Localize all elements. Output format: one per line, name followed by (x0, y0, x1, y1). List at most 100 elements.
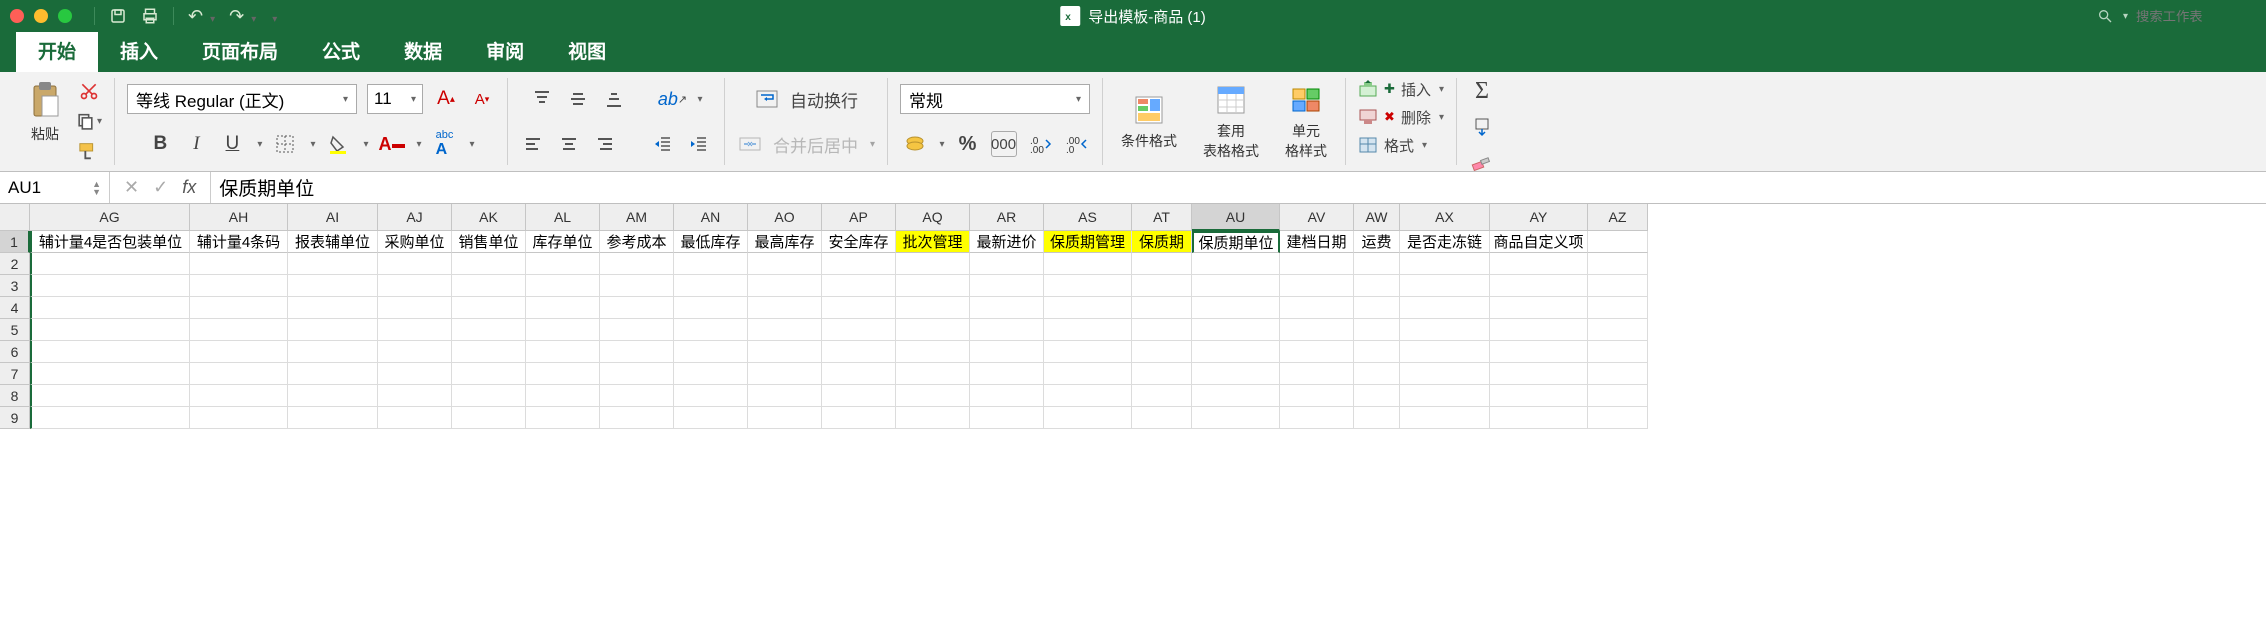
cell-AT8[interactable] (1132, 385, 1192, 407)
cell-AT5[interactable] (1132, 319, 1192, 341)
cell-AL2[interactable] (526, 253, 600, 275)
cell-AV3[interactable] (1280, 275, 1354, 297)
cell-AI9[interactable] (288, 407, 378, 429)
cell-AL9[interactable] (526, 407, 600, 429)
font-name-select[interactable]: 等线 Regular (正文)▾ (127, 84, 357, 114)
font-color-button[interactable]: A (379, 131, 405, 157)
cell-AU6[interactable] (1192, 341, 1280, 363)
cell-AV1[interactable]: 建档日期 (1280, 231, 1354, 253)
cell-AM2[interactable] (600, 253, 674, 275)
cell-AU8[interactable] (1192, 385, 1280, 407)
cell-AK8[interactable] (452, 385, 526, 407)
tab-审阅[interactable]: 审阅 (464, 29, 546, 72)
increase-indent-icon[interactable] (686, 131, 712, 157)
cell-AR2[interactable] (970, 253, 1044, 275)
cell-AS9[interactable] (1044, 407, 1132, 429)
cell-AG3[interactable] (30, 275, 190, 297)
cell-AI5[interactable] (288, 319, 378, 341)
format-cells-button[interactable]: 格式▾ (1358, 134, 1427, 156)
cell-AX7[interactable] (1400, 363, 1490, 385)
qat-customize-icon[interactable]: ▾ (270, 6, 277, 27)
cell-AJ5[interactable] (378, 319, 452, 341)
cell-AR1[interactable]: 最新进价 (970, 231, 1044, 253)
cell-AW7[interactable] (1354, 363, 1400, 385)
number-format-select[interactable]: 常规▾ (900, 84, 1090, 114)
paste-button[interactable]: 粘贴 (22, 78, 68, 146)
cell-AT7[interactable] (1132, 363, 1192, 385)
border-button[interactable] (272, 131, 298, 157)
cell-AQ8[interactable] (896, 385, 970, 407)
cell-AW8[interactable] (1354, 385, 1400, 407)
cell-AN8[interactable] (674, 385, 748, 407)
cell-AO2[interactable] (748, 253, 822, 275)
cell-AP8[interactable] (822, 385, 896, 407)
cell-AV2[interactable] (1280, 253, 1354, 275)
cell-AM3[interactable] (600, 275, 674, 297)
cell-AY9[interactable] (1490, 407, 1588, 429)
cell-AL8[interactable] (526, 385, 600, 407)
tab-公式[interactable]: 公式 (300, 29, 382, 72)
cell-AP9[interactable] (822, 407, 896, 429)
cell-AK6[interactable] (452, 341, 526, 363)
cell-AT6[interactable] (1132, 341, 1192, 363)
cell-AQ1[interactable]: 批次管理 (896, 231, 970, 253)
col-header-AU[interactable]: AU (1192, 204, 1280, 231)
clear-icon[interactable] (1469, 150, 1495, 176)
cell-AW4[interactable] (1354, 297, 1400, 319)
cell-AV9[interactable] (1280, 407, 1354, 429)
align-right-icon[interactable] (592, 131, 618, 157)
cell-AL7[interactable] (526, 363, 600, 385)
cell-AU2[interactable] (1192, 253, 1280, 275)
cell-styles-button[interactable]: 单元 格样式 (1279, 81, 1333, 163)
tab-数据[interactable]: 数据 (382, 29, 464, 72)
col-header-AN[interactable]: AN (674, 204, 748, 231)
name-box-stepper[interactable]: ▲▼ (92, 180, 101, 196)
row-header-3[interactable]: 3 (0, 275, 30, 297)
cell-AU5[interactable] (1192, 319, 1280, 341)
cell-AG9[interactable] (30, 407, 190, 429)
cell-AX9[interactable] (1400, 407, 1490, 429)
cell-AK2[interactable] (452, 253, 526, 275)
col-header-AX[interactable]: AX (1400, 204, 1490, 231)
cell-AH5[interactable] (190, 319, 288, 341)
col-header-AY[interactable]: AY (1490, 204, 1588, 231)
cell-AT9[interactable] (1132, 407, 1192, 429)
col-header-AR[interactable]: AR (970, 204, 1044, 231)
cell-AJ3[interactable] (378, 275, 452, 297)
decrease-indent-icon[interactable] (650, 131, 676, 157)
cell-AM7[interactable] (600, 363, 674, 385)
cell-AP4[interactable] (822, 297, 896, 319)
cell-AW2[interactable] (1354, 253, 1400, 275)
search-input[interactable] (2136, 9, 2256, 24)
cell-AM4[interactable] (600, 297, 674, 319)
cell-AY6[interactable] (1490, 341, 1588, 363)
cell-AH7[interactable] (190, 363, 288, 385)
cell-AS6[interactable] (1044, 341, 1132, 363)
cell-AR4[interactable] (970, 297, 1044, 319)
cell-AV7[interactable] (1280, 363, 1354, 385)
cell-AW5[interactable] (1354, 319, 1400, 341)
cell-AG4[interactable] (30, 297, 190, 319)
cell-AH1[interactable]: 辅计量4条码 (190, 231, 288, 253)
cell-AN1[interactable]: 最低库存 (674, 231, 748, 253)
row-header-9[interactable]: 9 (0, 407, 30, 429)
cell-AZ9[interactable] (1588, 407, 1648, 429)
col-header-AO[interactable]: AO (748, 204, 822, 231)
cell-AN6[interactable] (674, 341, 748, 363)
cell-AN7[interactable] (674, 363, 748, 385)
cell-AI4[interactable] (288, 297, 378, 319)
cell-AW9[interactable] (1354, 407, 1400, 429)
cell-AO1[interactable]: 最高库存 (748, 231, 822, 253)
copy-icon[interactable]: ▾ (76, 108, 102, 134)
cell-AO6[interactable] (748, 341, 822, 363)
cell-AZ7[interactable] (1588, 363, 1648, 385)
cell-AQ4[interactable] (896, 297, 970, 319)
autosum-icon[interactable]: Σ (1469, 78, 1495, 104)
cell-AZ1[interactable] (1588, 231, 1648, 253)
cell-AO5[interactable] (748, 319, 822, 341)
cell-AG1[interactable]: 辅计量4是否包装单位 (30, 231, 190, 253)
col-header-AJ[interactable]: AJ (378, 204, 452, 231)
fill-icon[interactable] (1469, 114, 1495, 140)
cell-AW1[interactable]: 运费 (1354, 231, 1400, 253)
name-box[interactable]: ▲▼ (0, 172, 110, 203)
